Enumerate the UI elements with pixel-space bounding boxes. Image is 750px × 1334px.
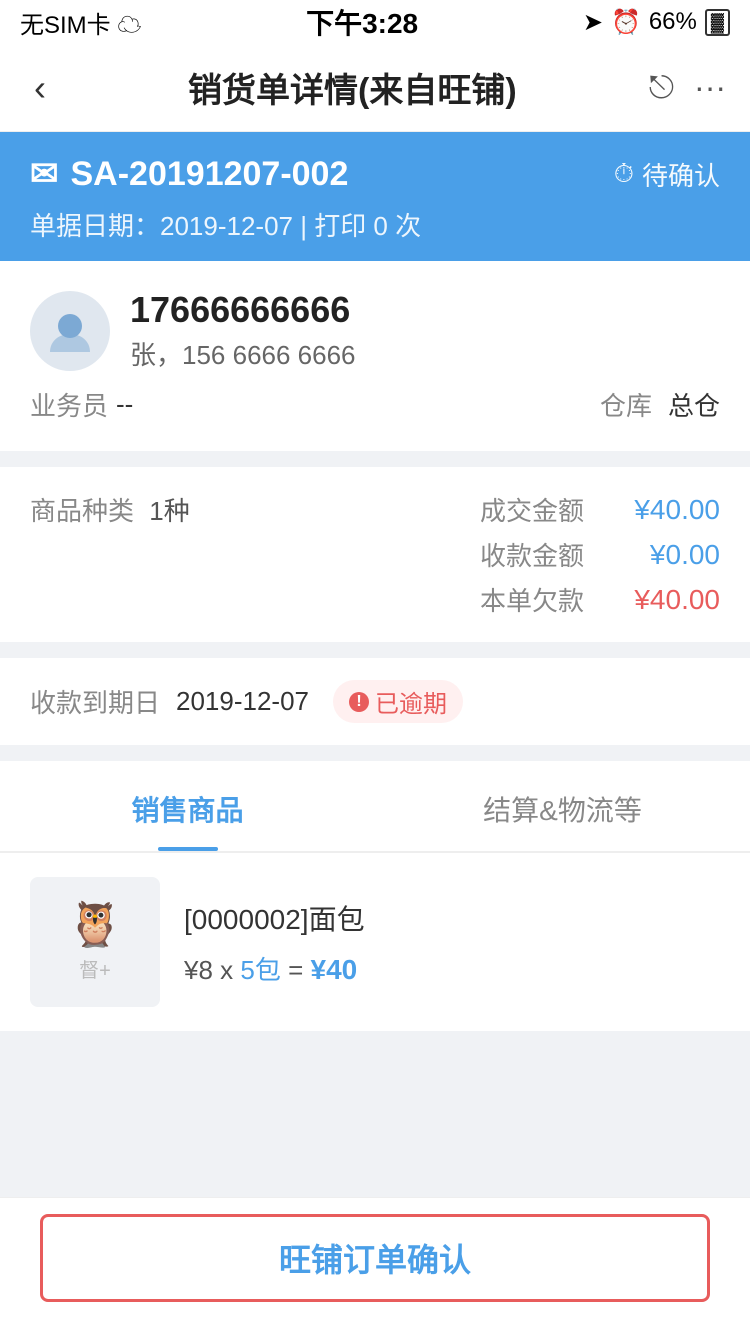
summary-section: 商品种类 1种 成交金额 ¥40.00 收款金额 ¥0.00 本单欠款 ¥40.…	[0, 467, 750, 642]
product-thumb-label: 督+	[79, 954, 111, 983]
product-info: [0000002]面包 ¥8 x 5包 = ¥40	[184, 898, 720, 987]
equals-sign: =	[288, 955, 310, 985]
product-qty: 5包	[240, 955, 280, 985]
customer-phone: 17666666666	[130, 289, 356, 331]
product-section: 🦉 督+ [0000002]面包 ¥8 x 5包 = ¥40	[0, 853, 750, 1031]
page-title: 销货单详情(来自旺铺)	[56, 63, 649, 112]
status-right: ➤ ⏰ 66% ▓	[583, 8, 730, 37]
summary-right: 成交金额 ¥40.00 收款金额 ¥0.00 本单欠款 ¥40.00	[480, 491, 720, 618]
order-id: ✉ SA-20191207-002	[30, 154, 348, 194]
battery-text: 66%	[649, 8, 697, 36]
product-total: ¥40	[311, 954, 358, 985]
share-button[interactable]: ⎋	[649, 69, 674, 107]
navigation-icon: ➤	[583, 8, 603, 37]
battery-icon: ▓	[705, 9, 730, 36]
status-left: 无SIM卡 ☁	[20, 5, 141, 40]
nav-bar: ‹ 销货单详情(来自旺铺) ⎋ ···	[0, 44, 750, 132]
category-value: 1种	[149, 496, 189, 526]
due-date: 2019-12-07	[176, 686, 309, 717]
category-label: 商品种类	[30, 496, 134, 526]
sales-value: --	[116, 389, 133, 420]
amount-value: ¥40.00	[600, 494, 720, 526]
customer-section: 17666666666 张，156 6666 6666 业务员 -- 仓库 总仓	[0, 261, 750, 451]
confirm-button[interactable]: 旺铺订单确认	[40, 1214, 710, 1302]
debt-value: ¥40.00	[600, 584, 720, 616]
nav-actions: ⎋ ···	[649, 69, 726, 107]
overdue-icon: !	[349, 692, 369, 712]
avatar	[30, 291, 110, 371]
price-per-unit: ¥8	[184, 955, 213, 985]
status-time: 下午3:28	[306, 2, 418, 42]
back-button[interactable]: ‹	[24, 57, 56, 119]
amount-label: 成交金额	[480, 491, 584, 528]
product-price: ¥8 x 5包 = ¥40	[184, 950, 720, 987]
sales-label: 业务员	[30, 386, 108, 423]
status-clock-icon: ⏱	[614, 158, 634, 190]
order-icon: ✉	[30, 154, 59, 194]
signal-text: 无SIM卡 ☁	[20, 5, 141, 40]
tab-sales-products[interactable]: 销售商品	[0, 761, 375, 851]
order-id-text: SA-20191207-002	[71, 155, 349, 194]
received-label: 收款金额	[480, 536, 584, 573]
customer-name: 张，156 6666 6666	[130, 335, 356, 372]
warehouse-value: 总仓	[668, 386, 720, 423]
multiply-sign: x	[220, 955, 240, 985]
due-label: 收款到期日	[30, 683, 160, 720]
product-thumbnail: 🦉 督+	[30, 877, 160, 1007]
status-bar: 无SIM卡 ☁ 下午3:28 ➤ ⏰ 66% ▓	[0, 0, 750, 44]
more-button[interactable]: ···	[694, 69, 726, 106]
debt-label: 本单欠款	[480, 581, 584, 618]
warehouse-label: 仓库	[600, 386, 652, 423]
product-name: [0000002]面包	[184, 898, 720, 938]
received-value: ¥0.00	[600, 539, 720, 571]
alarm-icon: ⏰	[611, 8, 641, 37]
order-status: ⏱ 待确认	[614, 156, 720, 193]
status-label: 待确认	[642, 156, 720, 193]
overdue-badge: ! 已逾期	[333, 680, 463, 723]
bottom-bar: 旺铺订单确认	[0, 1197, 750, 1334]
tab-settlement[interactable]: 结算&物流等	[375, 761, 750, 851]
order-header: ✉ SA-20191207-002 ⏱ 待确认 单据日期：2019-12-07 …	[0, 132, 750, 261]
order-date: 单据日期：2019-12-07 | 打印 0 次	[30, 206, 720, 243]
overdue-text: 已逾期	[375, 684, 447, 719]
tabs-bar: 销售商品 结算&物流等	[0, 761, 750, 853]
due-section: 收款到期日 2019-12-07 ! 已逾期	[0, 658, 750, 745]
